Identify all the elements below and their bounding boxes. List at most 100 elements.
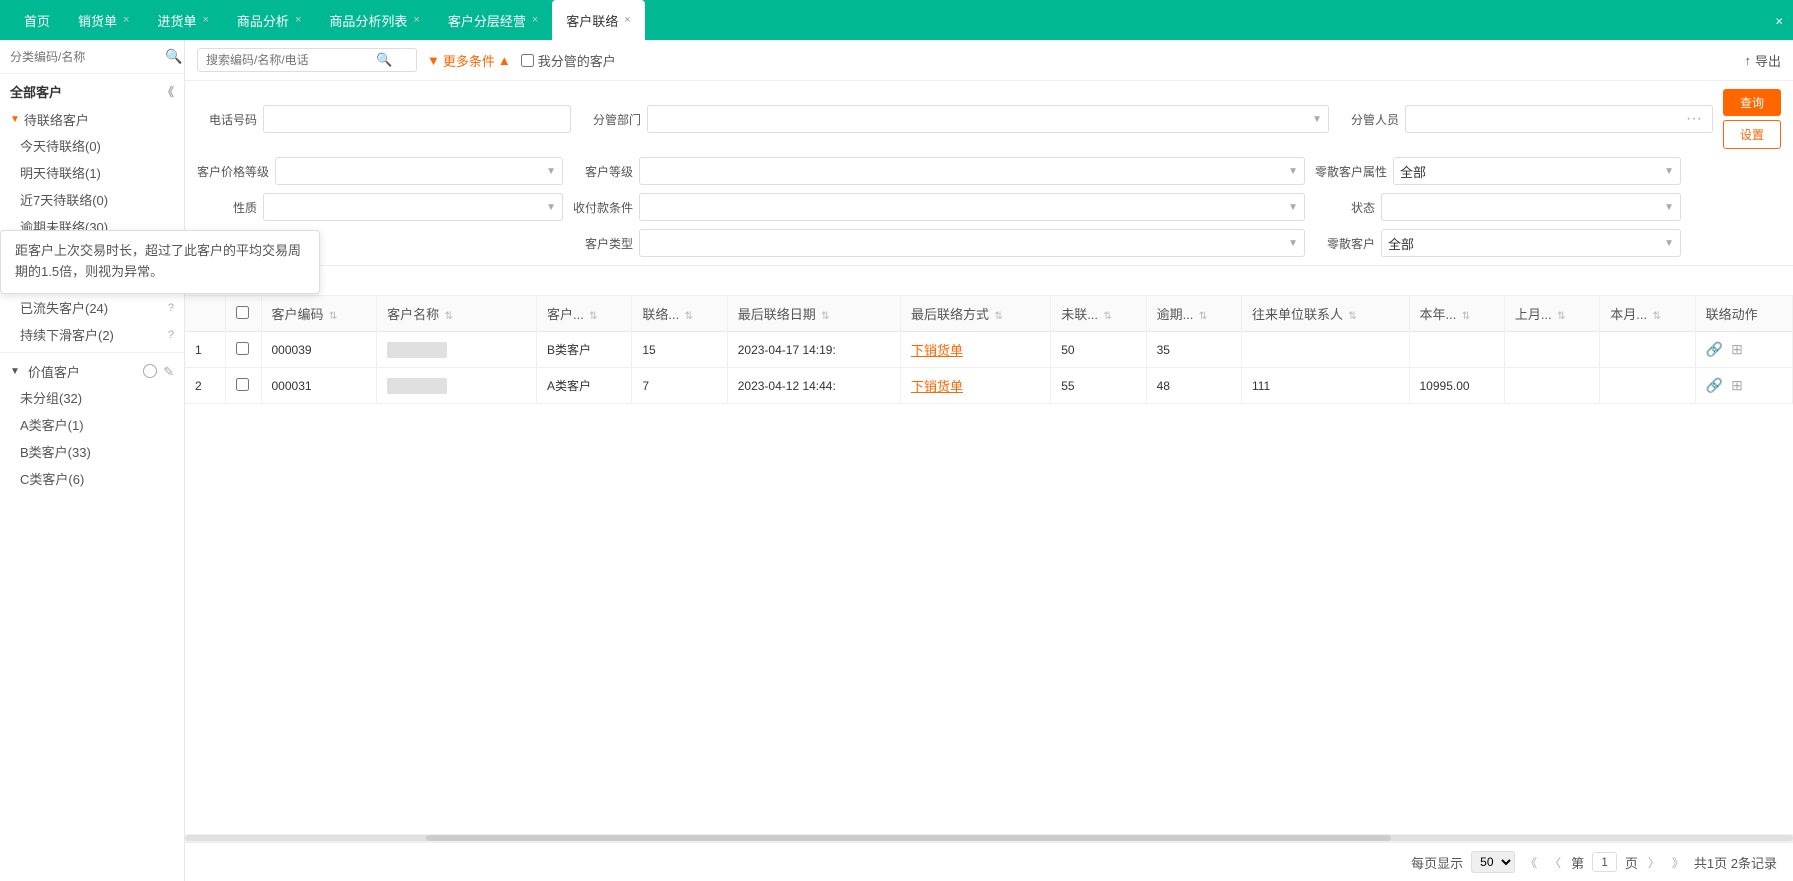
search-icon[interactable]: 🔍 — [376, 52, 392, 68]
last-page-button[interactable]: 》 — [1670, 854, 1686, 871]
scrollbar-thumb[interactable] — [426, 835, 1391, 841]
sidebar-item-a-class[interactable]: A类客户(1) — [0, 411, 184, 438]
search-box: 🔍 — [197, 48, 417, 72]
filter-payment-label: 收付款条件 — [573, 199, 633, 216]
filter-customer-type: 客户类型 ▼ — [573, 229, 1305, 257]
filter-price-grade-select[interactable]: ▼ — [275, 157, 563, 185]
tab-customer-segment-close[interactable]: × — [532, 14, 538, 26]
select-all-checkbox[interactable] — [236, 306, 249, 319]
filter-retail-customer-select[interactable]: 全部 ▼ — [1381, 229, 1681, 257]
value-group-header[interactable]: ▼ 价值客户 ✎ — [0, 357, 184, 384]
sidebar-item-declining[interactable]: 持续下滑客户(2) ? — [0, 321, 184, 348]
sort-last-method-icon[interactable]: ⇅ — [994, 311, 1002, 322]
per-page-select[interactable]: 50 — [1471, 851, 1515, 873]
value-group-radio1[interactable] — [143, 364, 157, 378]
filter-retail-attr-select[interactable]: 全部 ▼ — [1393, 157, 1681, 185]
row1-grid-action-icon[interactable]: ⊞ — [1731, 341, 1743, 358]
filter-payment-select[interactable]: ▼ — [639, 193, 1305, 221]
sort-this-year-icon[interactable]: ⇅ — [1462, 311, 1470, 322]
row1-checkbox[interactable] — [236, 342, 249, 355]
row1-this-month — [1600, 332, 1695, 368]
row2-checkbox[interactable] — [236, 378, 249, 391]
row2-link-action-icon[interactable]: 🔗 — [1706, 377, 1723, 394]
sidebar-item-ungroup[interactable]: 未分组(32) — [0, 384, 184, 411]
next-page-button[interactable]: 〉 — [1646, 854, 1662, 871]
tab-sales[interactable]: 销货单 × — [64, 0, 143, 40]
tab-purchase[interactable]: 进货单 × — [143, 0, 222, 40]
sort-type-icon[interactable]: ⇅ — [589, 311, 597, 322]
sidebar-search-icon[interactable]: 🔍 — [165, 48, 182, 65]
sort-unlink-icon[interactable]: ⇅ — [1103, 311, 1111, 322]
tab-purchase-close[interactable]: × — [202, 14, 208, 26]
tab-sales-close[interactable]: × — [123, 14, 129, 26]
filter-dept-select[interactable]: ▼ — [647, 105, 1329, 133]
filter-price-grade: 客户价格等级 ▼ — [197, 157, 563, 185]
horizontal-scrollbar[interactable] — [185, 834, 1793, 842]
value-group-arrow: ▼ — [10, 366, 20, 377]
row1-link-action-icon[interactable]: 🔗 — [1706, 341, 1723, 358]
tab-customer-contact[interactable]: 客户联络 × — [552, 0, 644, 40]
collapse-sidebar-icon[interactable]: 《 — [162, 83, 174, 100]
sort-last-date-icon[interactable]: ⇅ — [821, 311, 829, 322]
tab-analysis-list[interactable]: 商品分析列表 × — [315, 0, 433, 40]
row1-last-date: 2023-04-17 14:19: — [727, 332, 900, 368]
filter-manager: 分管人员 ··· — [1339, 105, 1713, 133]
prev-page-button[interactable]: 〈 — [1547, 854, 1563, 871]
set-button[interactable]: 设置 — [1723, 120, 1781, 149]
sort-contact-icon[interactable]: ⇅ — [685, 311, 693, 322]
first-page-button[interactable]: 《 — [1523, 854, 1539, 871]
filter-retail-customer: 零散客户 全部 ▼ — [1315, 229, 1681, 257]
query-button[interactable]: 查询 — [1723, 89, 1781, 116]
row1-index: 1 — [185, 332, 225, 368]
sort-overdue-icon[interactable]: ⇅ — [1199, 311, 1207, 322]
more-conditions-button[interactable]: ▼ 更多条件 ▲ — [427, 51, 511, 70]
group-pending-contact[interactable]: ▼ 待联络客户 — [0, 105, 184, 132]
filter-phone-input[interactable] — [263, 105, 571, 133]
sort-name-icon[interactable]: ⇅ — [444, 311, 452, 322]
sidebar-item-7days-label: 近7天待联络(0) — [20, 190, 108, 209]
table-toolbar: ⚙ — [185, 266, 1793, 296]
row2-grid-action-icon[interactable]: ⊞ — [1731, 377, 1743, 394]
row1-name — [377, 332, 537, 368]
row2-last-date: 2023-04-12 14:44: — [727, 368, 900, 404]
sidebar-item-today[interactable]: 今天待联络(0) — [0, 132, 184, 159]
current-page-input[interactable]: 1 — [1592, 852, 1617, 872]
sidebar-item-7days[interactable]: 近7天待联络(0) — [0, 186, 184, 213]
sidebar-search-input[interactable] — [10, 50, 165, 64]
chevron-down-icon5: ▼ — [546, 202, 556, 213]
export-button[interactable]: ↑ 导出 — [1744, 51, 1781, 70]
tab-analysis-close[interactable]: × — [295, 14, 301, 26]
filter-status-select[interactable]: ▼ — [1381, 193, 1681, 221]
filter-manager-dots[interactable]: ··· — [1682, 110, 1706, 128]
sort-code-icon[interactable]: ⇅ — [329, 311, 337, 322]
sidebar-item-lost[interactable]: 已流失客户(24) ? — [0, 294, 184, 321]
row2-last-method-link[interactable]: 下销货单 — [911, 379, 963, 394]
sort-last-month-icon[interactable]: ⇅ — [1557, 311, 1565, 322]
my-customers-label: 我分管的客户 — [538, 51, 616, 70]
tab-customer-segment[interactable]: 客户分层经营 × — [434, 0, 552, 40]
sidebar-item-tomorrow[interactable]: 明天待联络(1) — [0, 159, 184, 186]
tab-customer-contact-close[interactable]: × — [624, 14, 630, 26]
sidebar-item-b-class[interactable]: B类客户(33) — [0, 438, 184, 465]
filter-customer-grade: 客户等级 ▼ — [573, 157, 1305, 185]
filter-nature-select[interactable]: ▼ — [263, 193, 563, 221]
search-input[interactable] — [206, 53, 376, 67]
sidebar-divider — [0, 352, 184, 353]
row1-last-method-link[interactable]: 下销货单 — [911, 343, 963, 358]
sort-this-month-icon[interactable]: ⇅ — [1652, 311, 1660, 322]
sidebar-item-c-class[interactable]: C类客户(6) — [0, 465, 184, 492]
tab-analysis-list-close[interactable]: × — [413, 14, 419, 26]
filter-row-3: 性质 ▼ 收付款条件 ▼ 状态 ▼ — [197, 193, 1781, 221]
tab-analysis[interactable]: 商品分析 × — [223, 0, 315, 40]
close-all-button[interactable]: × — [1775, 10, 1783, 31]
row2-name — [377, 368, 537, 404]
tab-home[interactable]: 首页 — [10, 0, 64, 40]
my-customers-checkbox[interactable] — [521, 54, 534, 67]
filter-customer-grade-select[interactable]: ▼ — [639, 157, 1305, 185]
value-group-edit-icon[interactable]: ✎ — [163, 364, 174, 380]
filter-customer-type-select[interactable]: ▼ — [639, 229, 1305, 257]
chevron-down-icon4: ▼ — [1664, 166, 1674, 177]
sort-company-contact-icon[interactable]: ⇅ — [1348, 311, 1356, 322]
col-contact-count-label: 联络... — [642, 307, 679, 322]
filter-payment: 收付款条件 ▼ — [573, 193, 1305, 221]
